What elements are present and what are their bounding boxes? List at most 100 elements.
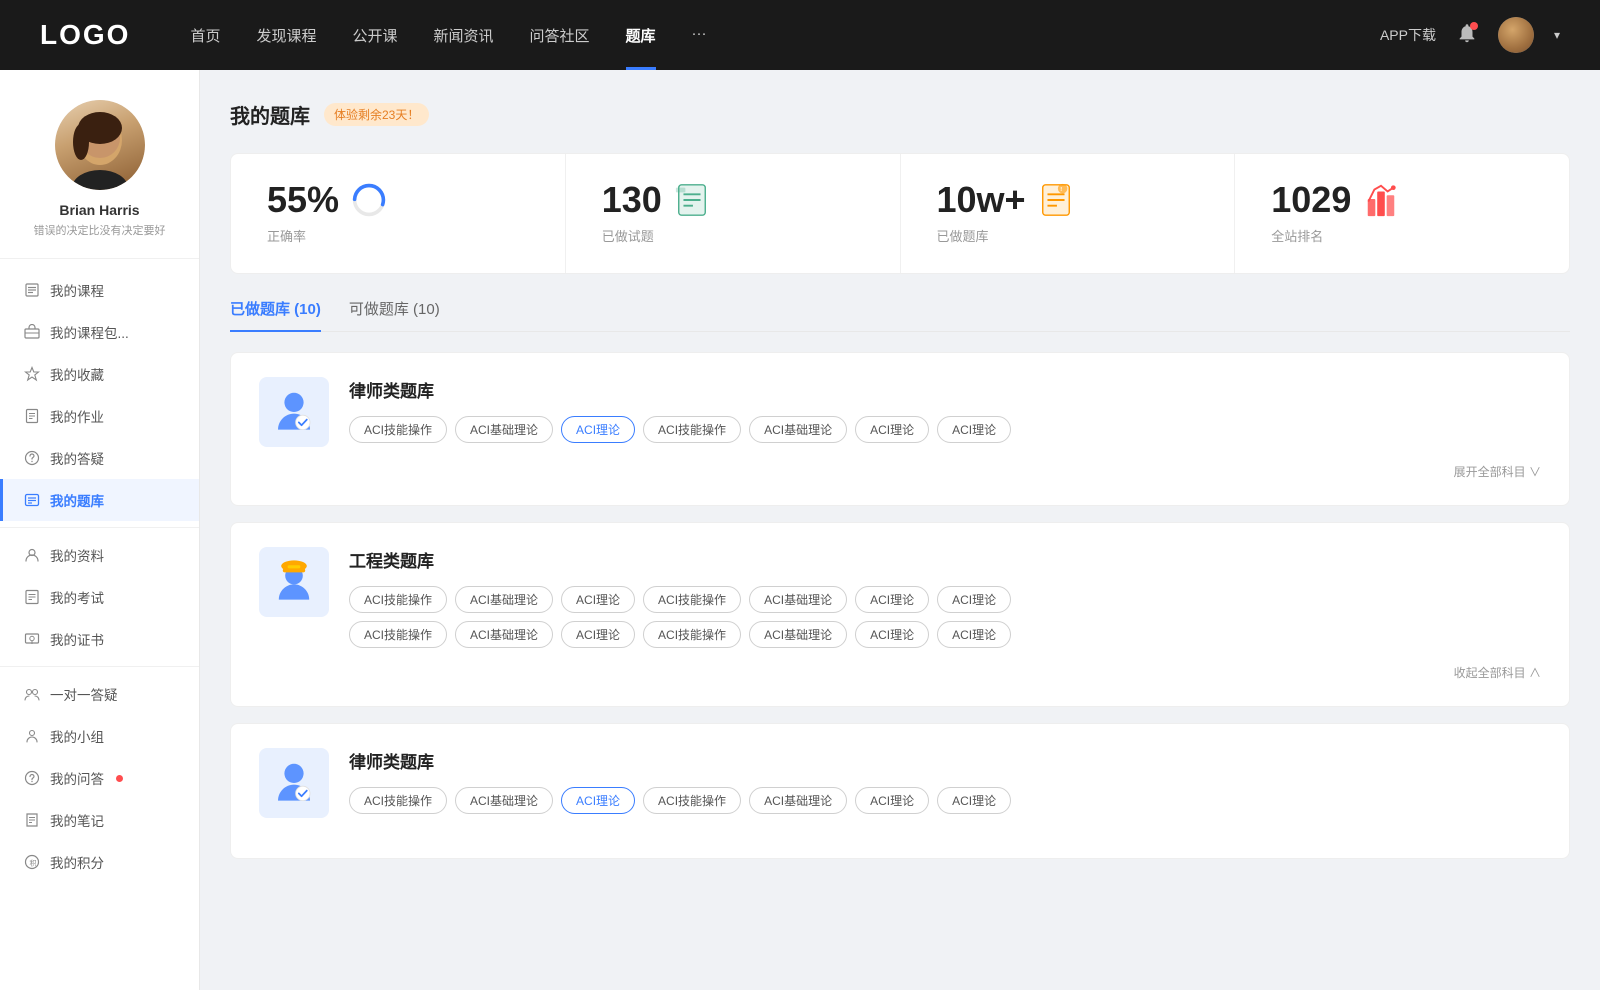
qbank-card-1-title: 律师类题库 [349, 377, 1541, 402]
qbank-tag[interactable]: ACI理论 [855, 586, 929, 613]
notification-bell[interactable] [1456, 22, 1478, 49]
sidebar-item-homework-label: 我的作业 [50, 406, 104, 426]
question-circle-icon [24, 450, 40, 466]
sidebar-item-group-label: 我的小组 [50, 726, 104, 746]
qbank-expand-btn-1[interactable]: 展开全部科目 ∨ [1454, 465, 1541, 479]
sidebar-user-name: Brian Harris [20, 202, 179, 218]
sidebar-item-notes[interactable]: 我的笔记 [0, 799, 199, 841]
group-icon [24, 728, 40, 744]
qbank-tag[interactable]: ACI技能操作 [643, 621, 741, 648]
nav-more[interactable]: ··· [692, 25, 707, 46]
qbank-tag[interactable]: ACI基础理论 [455, 586, 553, 613]
tab-available-banks[interactable]: 可做题库 (10) [349, 298, 440, 331]
qbank-card-3-tags: ACI技能操作 ACI基础理论 ACI理论 ACI技能操作 ACI基础理论 AC… [349, 787, 1541, 814]
qbank-card-1-icon [259, 377, 329, 447]
qbank-card-1-header: 律师类题库 ACI技能操作 ACI基础理论 ACI理论 ACI技能操作 ACI基… [259, 377, 1541, 447]
qbank-card-3: 律师类题库 ACI技能操作 ACI基础理论 ACI理论 ACI技能操作 ACI基… [230, 723, 1570, 859]
sidebar-item-group[interactable]: 我的小组 [0, 715, 199, 757]
qbank-tag[interactable]: ACI技能操作 [349, 586, 447, 613]
tab-done-banks[interactable]: 已做题库 (10) [230, 298, 321, 331]
logo[interactable]: LOGO [40, 19, 130, 51]
qbank-tag[interactable]: ACI基础理论 [749, 416, 847, 443]
qbank-tag-active[interactable]: ACI理论 [561, 416, 635, 443]
main-content: 我的题库 体验剩余23天！ 55% 正确率 13 [200, 70, 1600, 990]
qbank-expand-btn-2[interactable]: 收起全部科目 ∧ [1454, 666, 1541, 680]
qbank-tag[interactable]: ACI理论 [937, 621, 1011, 648]
qbank-tag[interactable]: ACI技能操作 [643, 586, 741, 613]
qbank-tag[interactable]: ACI理论 [937, 416, 1011, 443]
qbank-tag[interactable]: ACI技能操作 [643, 787, 741, 814]
sidebar-item-points[interactable]: 积 我的积分 [0, 841, 199, 883]
qbank-card-2-icon [259, 547, 329, 617]
qbank-tag[interactable]: ACI理论 [937, 586, 1011, 613]
sidebar-item-answer[interactable]: 我的答疑 [0, 437, 199, 479]
user-dropdown-arrow[interactable]: ▾ [1554, 28, 1560, 42]
sidebar-item-exam[interactable]: 我的考试 [0, 576, 199, 618]
svg-text:积: 积 [30, 859, 37, 868]
sidebar-item-answer-label: 我的答疑 [50, 448, 104, 468]
page-header: 我的题库 体验剩余23天！ [230, 100, 1570, 129]
homework-icon [24, 408, 40, 424]
qbank-tag[interactable]: ACI技能操作 [349, 621, 447, 648]
nav-opencourse[interactable]: 公开课 [352, 25, 397, 46]
sidebar-item-favorites-label: 我的收藏 [50, 364, 104, 384]
sidebar: Brian Harris 错误的决定比没有决定要好 我的课程 我的课程包... [0, 70, 200, 990]
qbank-tag[interactable]: ACI理论 [855, 416, 929, 443]
done-banks-icon: ! [1038, 182, 1074, 218]
app-download-link[interactable]: APP下载 [1380, 25, 1436, 45]
sidebar-item-notes-label: 我的笔记 [50, 810, 104, 830]
nav-home[interactable]: 首页 [190, 25, 220, 46]
qbank-tag[interactable]: ACI基础理论 [749, 586, 847, 613]
qbank-tag[interactable]: ACI基础理论 [749, 787, 847, 814]
sidebar-item-package-label: 我的课程包... [50, 322, 129, 342]
qbank-tag[interactable]: ACI基础理论 [455, 621, 553, 648]
one-on-one-icon [24, 686, 40, 702]
stat-done-banks-label: 已做题库 [937, 226, 1199, 245]
qbank-tag[interactable]: ACI理论 [855, 621, 929, 648]
sidebar-item-qbank[interactable]: 我的题库 [0, 479, 199, 521]
qbank-card-2-footer: 收起全部科目 ∧ [259, 664, 1541, 682]
star-icon [24, 366, 40, 382]
sidebar-item-course[interactable]: 我的课程 [0, 269, 199, 311]
qbank-tag[interactable]: ACI理论 [855, 787, 929, 814]
ranking-icon [1363, 182, 1399, 218]
nav-news[interactable]: 新闻资讯 [434, 25, 494, 46]
qbank-tag[interactable]: ACI基础理论 [749, 621, 847, 648]
sidebar-item-one-on-one[interactable]: 一对一答疑 [0, 673, 199, 715]
qbank-tag[interactable]: ACI理论 [937, 787, 1011, 814]
sidebar-item-favorites[interactable]: 我的收藏 [0, 353, 199, 395]
course-icon [24, 282, 40, 298]
sidebar-item-package[interactable]: 我的课程包... [0, 311, 199, 353]
nav-qa[interactable]: 问答社区 [530, 25, 590, 46]
qbank-card-2-tags-row2: ACI技能操作 ACI基础理论 ACI理论 ACI技能操作 ACI基础理论 AC… [349, 621, 1541, 648]
qbank-tag[interactable]: ACI技能操作 [349, 787, 447, 814]
sidebar-item-certificate-label: 我的证书 [50, 629, 104, 649]
qbank-tag[interactable]: ACI基础理论 [455, 416, 553, 443]
nav-discover[interactable]: 发现课程 [256, 25, 316, 46]
sidebar-item-points-label: 我的积分 [50, 852, 104, 872]
sidebar-item-homework[interactable]: 我的作业 [0, 395, 199, 437]
qbank-tag[interactable]: ACI技能操作 [643, 416, 741, 443]
qbank-tag[interactable]: ACI理论 [561, 621, 635, 648]
sidebar-profile: Brian Harris 错误的决定比没有决定要好 [0, 100, 199, 259]
myqa-notification-dot [116, 775, 123, 782]
points-icon: 积 [24, 854, 40, 870]
package-icon [24, 324, 40, 340]
trial-badge: 体验剩余23天！ [324, 103, 429, 126]
sidebar-item-profile[interactable]: 我的资料 [0, 534, 199, 576]
qbank-tag[interactable]: ACI技能操作 [349, 416, 447, 443]
qbank-tag[interactable]: ACI理论 [561, 586, 635, 613]
qbank-card-3-header: 律师类题库 ACI技能操作 ACI基础理论 ACI理论 ACI技能操作 ACI基… [259, 748, 1541, 818]
qbank-card-2-title: 工程类题库 [349, 547, 1541, 572]
stat-done-questions-value: 130 [602, 182, 662, 218]
qbank-tag[interactable]: ACI基础理论 [455, 787, 553, 814]
nav-qbank[interactable]: 题库 [626, 25, 656, 46]
sidebar-item-myqa[interactable]: 我的问答 [0, 757, 199, 799]
qbank-card-3-icon [259, 748, 329, 818]
qbank-icon [24, 492, 40, 508]
user-avatar[interactable] [1498, 17, 1534, 53]
accuracy-progress-icon [351, 182, 387, 218]
qbank-tag-active[interactable]: ACI理论 [561, 787, 635, 814]
stat-ranking: 1029 全站排名 [1235, 154, 1569, 273]
sidebar-item-certificate[interactable]: 我的证书 [0, 618, 199, 660]
